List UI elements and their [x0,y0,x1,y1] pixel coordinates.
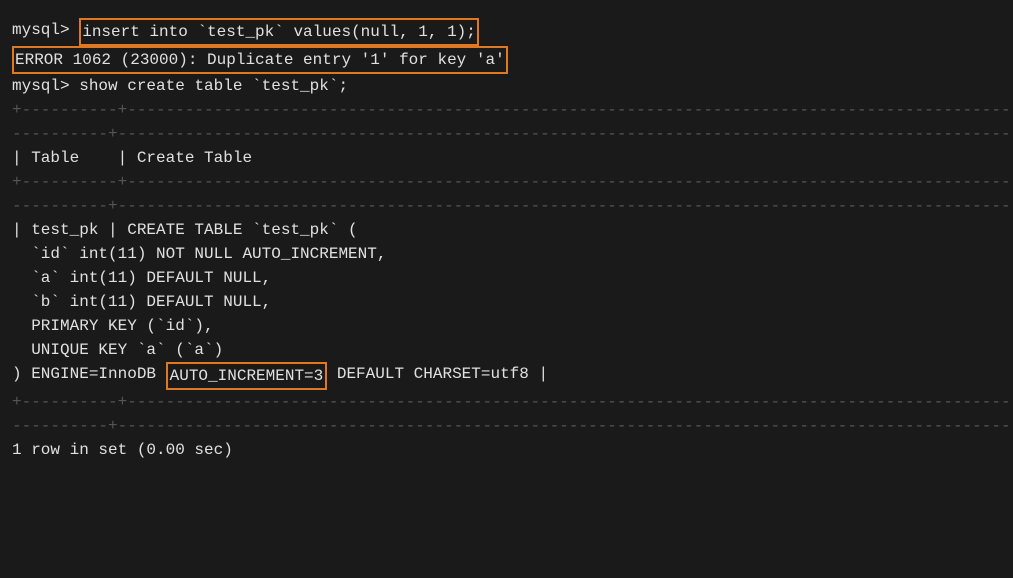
create-line-7: ) ENGINE=InnoDB AUTO_INCREMENT=3 DEFAULT… [12,362,1001,390]
result-line: 1 row in set (0.00 sec) [12,438,1001,462]
prompt-1: mysql> [12,18,79,42]
create-line-2: `id` int(11) NOT NULL AUTO_INCREMENT, [12,242,1001,266]
error-line: ERROR 1062 (23000): Duplicate entry '1' … [12,46,1001,74]
create-line-1: | test_pk | CREATE TABLE `test_pk` ( [12,218,1001,242]
engine-pre: ) ENGINE=InnoDB [12,362,166,386]
create-line-5: PRIMARY KEY (`id`), [12,314,1001,338]
prompt-2: mysql> [12,74,79,98]
engine-post: DEFAULT CHARSET=utf8 | [327,362,548,386]
terminal: mysql> insert into `test_pk` values(null… [0,0,1013,578]
command-line-1: mysql> insert into `test_pk` values(null… [12,18,1001,46]
create-line-6: UNIQUE KEY `a` (`a`) [12,338,1001,362]
divider-1: +----------+----------------------------… [12,98,1001,122]
table-header: | Table | Create Table [12,146,1001,170]
divider-6: ----------+-----------------------------… [12,414,1001,438]
cmd2: show create table `test_pk`; [79,74,348,98]
error-highlight: ERROR 1062 (23000): Duplicate entry '1' … [12,46,508,74]
auto-increment-highlight: AUTO_INCREMENT=3 [166,362,328,390]
create-line-4: `b` int(11) DEFAULT NULL, [12,290,1001,314]
divider-5: +----------+----------------------------… [12,390,1001,414]
create-line-3: `a` int(11) DEFAULT NULL, [12,266,1001,290]
divider-4: ----------+-----------------------------… [12,194,1001,218]
divider-3: +----------+----------------------------… [12,170,1001,194]
cmd1-highlight: insert into `test_pk` values(null, 1, 1)… [79,18,479,46]
command-line-2: mysql> show create table `test_pk`; [12,74,1001,98]
divider-2: ----------+-----------------------------… [12,122,1001,146]
